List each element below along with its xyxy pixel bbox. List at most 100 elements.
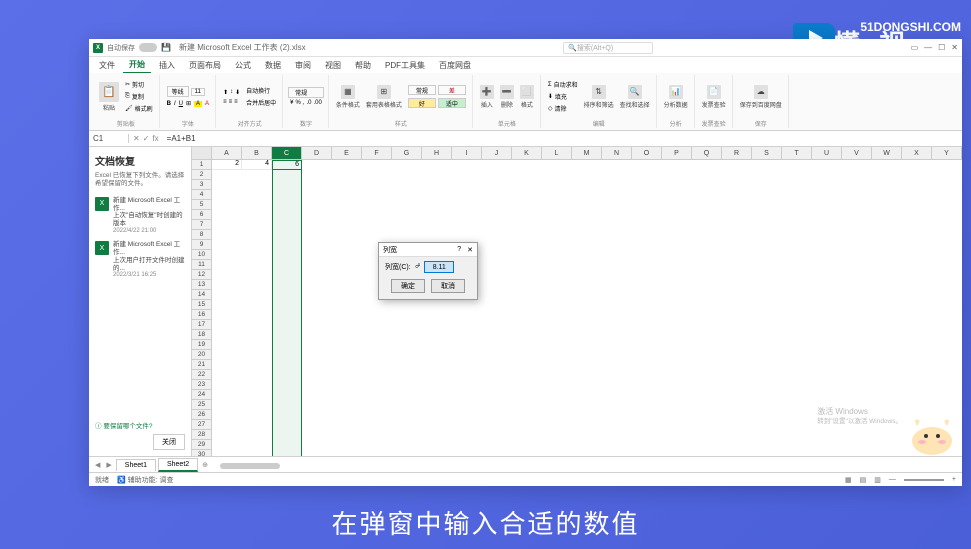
row-header-3[interactable]: 3 [192, 180, 211, 190]
view-page-icon[interactable]: ▤ [860, 476, 867, 484]
recovery-item[interactable]: X 新建 Microsoft Excel 工作...上次用户打开文件时创建的..… [95, 241, 185, 279]
row-header-15[interactable]: 15 [192, 300, 211, 310]
align-left-icon[interactable]: ≡ [223, 99, 227, 105]
tab-view[interactable]: 视图 [319, 58, 347, 73]
delete-cells-button[interactable]: ➖删除 [498, 83, 516, 111]
row-header-17[interactable]: 17 [192, 320, 211, 330]
row-header-26[interactable]: 26 [192, 410, 211, 420]
format-cells-button[interactable]: ⬜格式 [518, 83, 536, 111]
row-header-10[interactable]: 10 [192, 250, 211, 260]
col-header-S[interactable]: S [752, 147, 782, 159]
row-header-9[interactable]: 9 [192, 240, 211, 250]
merge-center-button[interactable]: 合并后居中 [244, 97, 278, 108]
wrap-text-button[interactable]: 自动换行 [244, 85, 278, 96]
percent-icon[interactable]: % [295, 100, 300, 106]
view-normal-icon[interactable]: ▦ [845, 476, 852, 484]
cut-button[interactable]: ✂ 剪切 [123, 79, 155, 90]
tab-help[interactable]: 帮助 [349, 58, 377, 73]
cancel-formula-icon[interactable]: ✕ [133, 134, 140, 143]
tab-formulas[interactable]: 公式 [229, 58, 257, 73]
col-header-I[interactable]: I [452, 147, 482, 159]
tab-data[interactable]: 数据 [259, 58, 287, 73]
spreadsheet-grid[interactable]: ABCDEFGHIJKLMNOPQRSTUVWXY 12345678910111… [192, 147, 962, 456]
tab-insert[interactable]: 插入 [153, 58, 181, 73]
save-icon[interactable]: 💾 [161, 43, 171, 53]
netdisk-save-button[interactable]: ☁保存到百度网盘 [738, 83, 784, 111]
cancel-button[interactable]: 取消 [431, 279, 465, 293]
enter-formula-icon[interactable]: ✓ [143, 134, 150, 143]
cell-B1[interactable]: 4 [242, 160, 272, 170]
col-header-T[interactable]: T [782, 147, 812, 159]
col-header-X[interactable]: X [902, 147, 932, 159]
col-header-K[interactable]: K [512, 147, 542, 159]
fill-color-button[interactable]: A [194, 101, 202, 107]
align-top-icon[interactable]: ⬆ [223, 89, 228, 96]
comma-icon[interactable]: , [303, 100, 305, 106]
clear-button[interactable]: ◇ 清除 [546, 103, 580, 114]
currency-icon[interactable]: ¥ [290, 100, 293, 106]
col-header-O[interactable]: O [632, 147, 662, 159]
ribbon-display-icon[interactable]: ▭ [911, 43, 919, 52]
autosum-button[interactable]: Σ 自动求和 [546, 79, 580, 90]
sheet-tab-1[interactable]: Sheet1 [116, 459, 156, 471]
bold-button[interactable]: B [167, 101, 171, 107]
recovery-item[interactable]: X 新建 Microsoft Excel 工作...上次"自动恢复"时创建的版本… [95, 197, 185, 235]
invoice-button[interactable]: 📄发票查验 [700, 83, 728, 111]
cell-A1[interactable]: 2 [212, 160, 242, 170]
row-header-5[interactable]: 5 [192, 200, 211, 210]
row-header-28[interactable]: 28 [192, 430, 211, 440]
name-box[interactable]: C1 [89, 134, 129, 143]
align-right-icon[interactable]: ≡ [234, 99, 238, 105]
row-header-2[interactable]: 2 [192, 170, 211, 180]
italic-button[interactable]: I [174, 101, 176, 107]
col-header-F[interactable]: F [362, 147, 392, 159]
row-header-8[interactable]: 8 [192, 230, 211, 240]
row-header-7[interactable]: 7 [192, 220, 211, 230]
row-header-6[interactable]: 6 [192, 210, 211, 220]
tab-review[interactable]: 审阅 [289, 58, 317, 73]
close-icon[interactable]: ✕ [951, 43, 958, 52]
col-header-D[interactable]: D [302, 147, 332, 159]
row-header-20[interactable]: 20 [192, 350, 211, 360]
col-header-Y[interactable]: Y [932, 147, 962, 159]
zoom-slider[interactable] [904, 479, 944, 481]
table-format-button[interactable]: ⊞套用表格格式 [364, 83, 404, 111]
number-format-select[interactable]: 常规 [288, 87, 324, 98]
col-header-B[interactable]: B [242, 147, 272, 159]
cond-format-button[interactable]: ▦条件格式 [334, 83, 362, 111]
maximize-icon[interactable]: ☐ [938, 43, 945, 52]
font-select[interactable]: 等线 [167, 86, 189, 97]
insert-cells-button[interactable]: ➕插入 [478, 83, 496, 111]
column-width-input[interactable] [424, 261, 454, 273]
col-header-U[interactable]: U [812, 147, 842, 159]
find-select-button[interactable]: 🔍查找和选择 [618, 83, 652, 111]
row-header-14[interactable]: 14 [192, 290, 211, 300]
fill-button[interactable]: ⬇ 填充 [546, 91, 580, 102]
sheet-tab-2[interactable]: Sheet2 [158, 458, 198, 472]
row-header-13[interactable]: 13 [192, 280, 211, 290]
view-break-icon[interactable]: ▥ [874, 476, 881, 484]
tab-home[interactable]: 开始 [123, 57, 151, 74]
col-header-C[interactable]: C [272, 147, 302, 159]
row-header-19[interactable]: 19 [192, 340, 211, 350]
dialog-help-icon[interactable]: ? [457, 246, 461, 253]
fx-icon[interactable]: fx [152, 134, 158, 143]
row-header-24[interactable]: 24 [192, 390, 211, 400]
col-header-P[interactable]: P [662, 147, 692, 159]
row-header-23[interactable]: 23 [192, 380, 211, 390]
col-header-V[interactable]: V [842, 147, 872, 159]
zoom-in-icon[interactable]: + [952, 476, 956, 483]
ok-button[interactable]: 确定 [391, 279, 425, 293]
analyze-button[interactable]: 📊分析数据 [662, 83, 690, 111]
row-header-30[interactable]: 30 [192, 450, 211, 456]
recovery-close-button[interactable]: 关闭 [153, 434, 185, 450]
style-bad[interactable]: 差 [438, 85, 466, 95]
border-button[interactable]: ⊞ [186, 100, 191, 107]
formula-input[interactable]: =A1+B1 [163, 134, 962, 143]
col-header-W[interactable]: W [872, 147, 902, 159]
minimize-icon[interactable]: — [924, 43, 932, 52]
col-header-H[interactable]: H [422, 147, 452, 159]
sheet-nav-next-icon[interactable]: ▶ [104, 461, 113, 469]
underline-button[interactable]: U [179, 101, 183, 107]
recovery-which-link[interactable]: ⓘ 要保留哪个文件? [95, 420, 185, 430]
